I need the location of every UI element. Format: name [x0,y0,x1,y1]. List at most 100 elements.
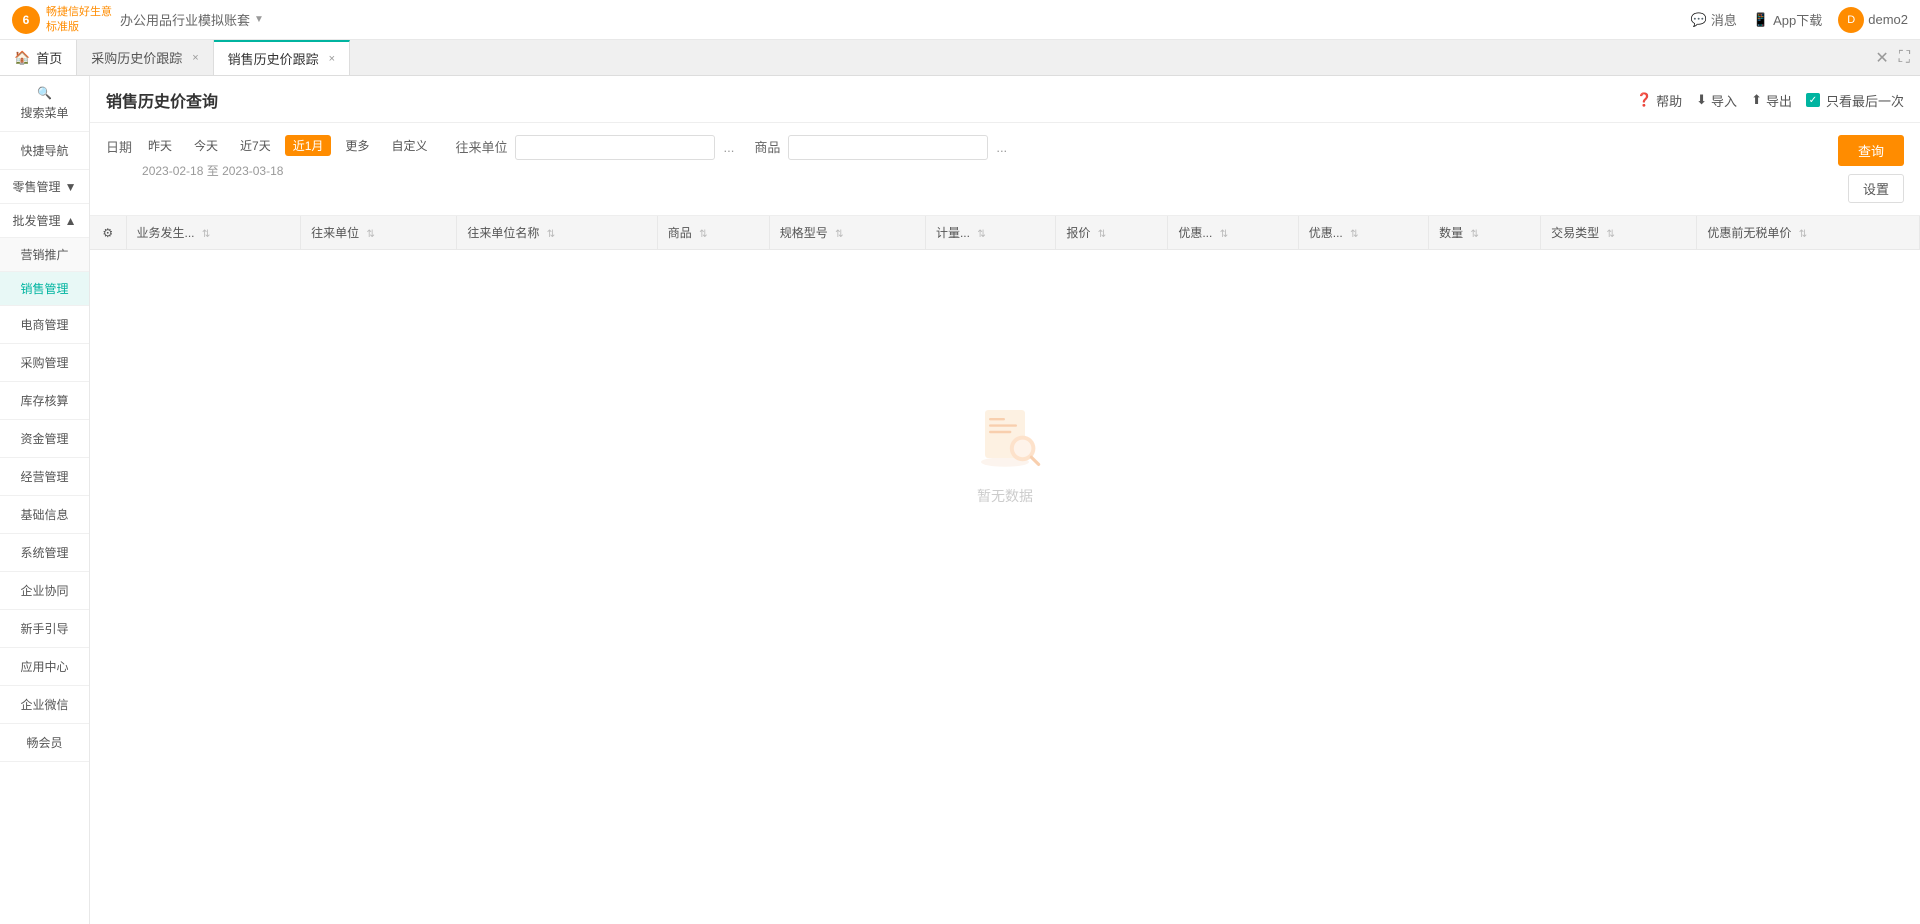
date-option-custom[interactable]: 自定义 [383,135,435,156]
sort-arrows-product: ⇅ [699,229,707,240]
user-profile[interactable]: D demo2 [1838,7,1908,33]
app-title-area[interactable]: 办公用品行业模拟账套 ▼ [120,10,264,29]
export-icon: ⬆ [1751,92,1762,108]
close-sales-tab[interactable]: × [329,53,335,65]
date-label: 日期 [106,135,132,156]
tab-bar: 🏠 首页 采购历史价跟踪 × 销售历史价跟踪 × ✕ ⛶ [0,40,1920,76]
empty-text: 暂无数据 [977,486,1033,506]
only-last-checkbox-area[interactable]: ✓ 只看最后一次 [1806,91,1904,110]
dropdown-icon[interactable]: ▼ [254,14,264,25]
sidebar-item-sales-mgmt[interactable]: 销售管理 [0,272,89,306]
th-quantity[interactable]: 数量 ⇅ [1429,216,1541,250]
th-discount1[interactable]: 优惠... ⇅ [1168,216,1298,250]
sort-arrows-trade-type: ⇅ [1606,229,1614,240]
help-icon: ❓ [1636,92,1652,108]
sort-arrows-pre-discount-price: ⇅ [1799,229,1807,240]
sidebar-item-system[interactable]: 系统管理 [0,534,89,572]
th-trade-type[interactable]: 交易类型 ⇅ [1541,216,1697,250]
logo-text: 畅捷信好生意 标准版 [46,5,112,34]
top-bar: 6 畅捷信好生意 标准版 办公用品行业模拟账套 ▼ 💬 消息 📱 App下载 D… [0,0,1920,40]
import-icon: ⬇ [1696,92,1707,108]
settings-button[interactable]: 设置 [1848,174,1904,203]
sidebar-item-operations[interactable]: 经营管理 [0,458,89,496]
th-biz-date[interactable]: 业务发生... ⇅ [126,216,301,250]
sidebar-item-new-guide[interactable]: 新手引导 [0,610,89,648]
sidebar-item-enterprise-collab[interactable]: 企业协同 [0,572,89,610]
th-partner-code[interactable]: 往来单位 ⇅ [301,216,457,250]
date-option-more[interactable]: 更多 [337,135,377,156]
only-last-checkbox[interactable]: ✓ [1806,93,1820,107]
date-option-last1month[interactable]: 近1月 [285,135,332,156]
product-ellipsis-button[interactable]: ... [996,140,1007,155]
sidebar-item-finance[interactable]: 资金管理 [0,420,89,458]
th-discount2[interactable]: 优惠... ⇅ [1298,216,1428,250]
sidebar-item-inventory[interactable]: 库存核算 [0,382,89,420]
partner-label: 往来单位 [455,135,507,156]
sort-arrows-biz-date: ⇅ [202,229,210,240]
date-option-last7days[interactable]: 近7天 [232,135,279,156]
sort-arrows-quote: ⇅ [1098,229,1106,240]
export-button[interactable]: ⬆ 导出 [1751,91,1792,110]
logo-icon: 6 [12,6,40,34]
product-input[interactable] [788,135,988,160]
sidebar-item-ecommerce[interactable]: 电商管理 [0,306,89,344]
th-spec[interactable]: 规格型号 ⇅ [769,216,925,250]
logo-area: 6 畅捷信好生意 标准版 [12,5,112,34]
product-filter-group: 商品 ... [754,135,1007,160]
sales-history-page: 销售历史价查询 ❓ 帮助 ⬇ 导入 ⬆ 导出 ✓ [90,76,1920,924]
date-option-yesterday[interactable]: 昨天 [140,135,180,156]
filter-area: 日期 昨天 今天 近7天 近1月 更多 自定义 2023-02-18 至 202… [90,123,1920,216]
tab-sales-history[interactable]: 销售历史价跟踪 × [214,40,350,75]
partner-ellipsis-button[interactable]: ... [723,140,734,155]
app-download-button[interactable]: 📱 App下载 [1753,10,1822,29]
sidebar-item-retail[interactable]: 零售管理 ▼ [0,170,89,204]
sidebar: 🔍 搜索菜单 快捷导航 零售管理 ▼ 批发管理 ▲ 营销推广 销售管理 电商管理… [0,76,90,924]
sort-arrows-partner-code: ⇅ [367,229,375,240]
sidebar-item-quick-nav[interactable]: 快捷导航 [0,132,89,170]
th-gear[interactable]: ⚙ [90,216,126,250]
sidebar-item-purchase[interactable]: 采购管理 [0,344,89,382]
sort-arrows-spec: ⇅ [835,229,843,240]
sort-arrows-partner-name: ⇅ [547,229,555,240]
close-window-button[interactable]: ✕ [1875,48,1888,68]
tab-purchase-history[interactable]: 采购历史价跟踪 × [77,40,213,75]
message-button[interactable]: 💬 消息 [1691,10,1737,29]
th-pre-discount-price[interactable]: 优惠前无税单价 ⇅ [1697,216,1920,250]
sidebar-item-member[interactable]: 畅会员 [0,724,89,762]
sidebar-item-wholesale[interactable]: 批发管理 ▲ [0,204,89,238]
help-button[interactable]: ❓ 帮助 [1636,91,1682,110]
top-bar-right: 💬 消息 📱 App下载 D demo2 [1691,7,1908,33]
table-area: ⚙ 业务发生... ⇅ 往来单位 ⇅ 往来单位名称 ⇅ [90,216,1920,924]
date-filter-options: 昨天 今天 近7天 近1月 更多 自定义 2023-02-18 至 2023-0… [140,135,435,179]
date-filter-group: 日期 昨天 今天 近7天 近1月 更多 自定义 2023-02-18 至 202… [106,135,435,179]
product-label: 商品 [754,135,780,156]
sidebar-item-search[interactable]: 🔍 搜索菜单 [0,76,89,132]
product-input-area: ... [788,135,1007,160]
sidebar-item-enterprise-wechat[interactable]: 企业微信 [0,686,89,724]
date-range-display: 2023-02-18 至 2023-03-18 [142,162,435,179]
avatar: D [1838,7,1864,33]
date-option-today[interactable]: 今天 [186,135,226,156]
th-partner-name[interactable]: 往来单位名称 ⇅ [457,216,657,250]
sidebar-item-basic-info[interactable]: 基础信息 [0,496,89,534]
sidebar-item-marketing[interactable]: 营销推广 [0,238,89,272]
th-unit[interactable]: 计量... ⇅ [925,216,1055,250]
partner-input[interactable] [515,135,715,160]
th-quote[interactable]: 报价 ⇅ [1056,216,1168,250]
th-product[interactable]: 商品 ⇅ [657,216,769,250]
query-button[interactable]: 查询 [1838,135,1904,166]
filter-right-actions: 查询 设置 [1838,135,1904,203]
page-title: 销售历史价查询 [106,88,218,112]
import-button[interactable]: ⬇ 导入 [1696,91,1737,110]
top-bar-left: 6 畅捷信好生意 标准版 办公用品行业模拟账套 ▼ [12,5,264,34]
sort-arrows-unit: ⇅ [977,229,985,240]
partner-filter-group: 往来单位 ... [455,135,734,160]
close-purchase-tab[interactable]: × [192,52,198,64]
message-icon: 💬 [1691,12,1707,28]
maximize-window-button[interactable]: ⛶ [1899,49,1910,67]
tab-home[interactable]: 🏠 首页 [0,40,77,75]
empty-state: 暂无数据 [90,250,1920,650]
sort-arrows-quantity: ⇅ [1471,229,1479,240]
sidebar-item-app-center[interactable]: 应用中心 [0,648,89,686]
table-header-row: ⚙ 业务发生... ⇅ 往来单位 ⇅ 往来单位名称 ⇅ [90,216,1920,250]
